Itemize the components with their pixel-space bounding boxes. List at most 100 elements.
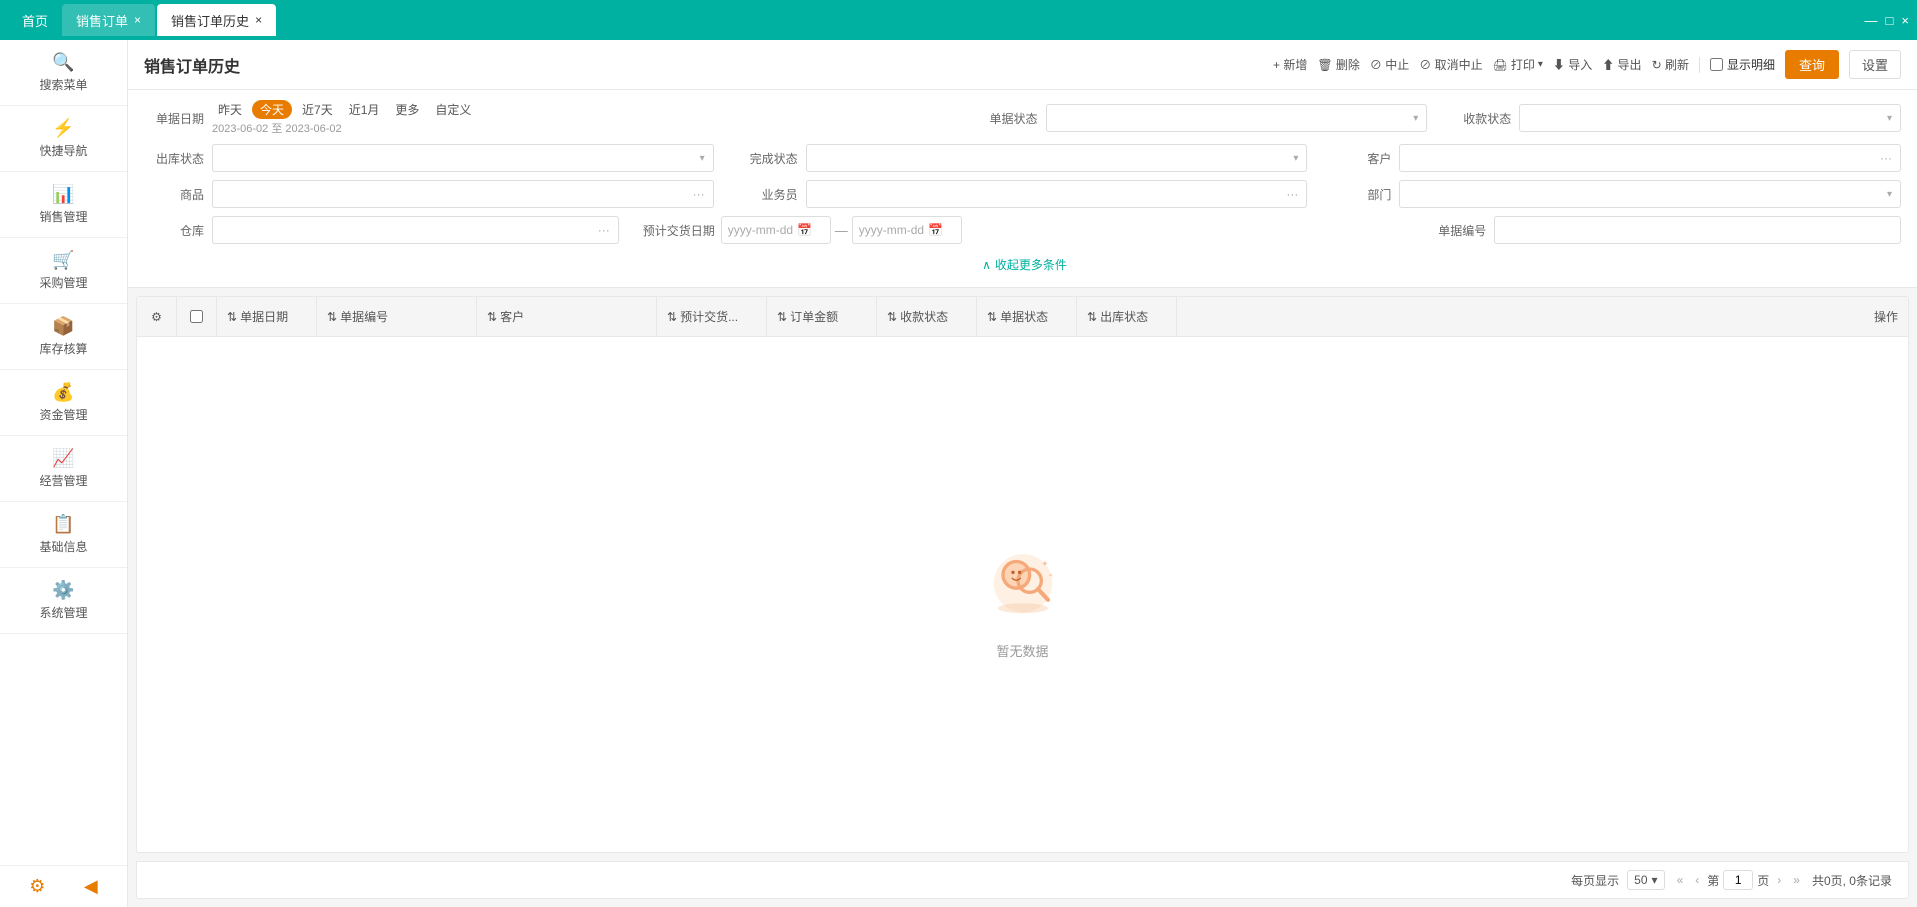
cancel-stop-button[interactable]: ⊘ 取消中止	[1419, 56, 1482, 73]
minimize-btn[interactable]: —	[1865, 13, 1878, 28]
th-doc-no[interactable]: ⇅ 单据编号	[317, 297, 477, 336]
page-word-2: 页	[1757, 872, 1769, 889]
prev-page-btn[interactable]: ‹	[1691, 871, 1703, 889]
th-action: 操作	[1177, 297, 1908, 336]
tab-sales-order[interactable]: 销售订单 ×	[62, 4, 155, 36]
sidebar-item-base-info[interactable]: 📋 基础信息	[0, 502, 127, 568]
customer-label: 客户	[1331, 150, 1391, 167]
settings-button[interactable]: 设置	[1849, 50, 1901, 79]
doc-no-input[interactable]	[1494, 216, 1901, 244]
doc-status-select[interactable]: ▾	[1046, 104, 1428, 132]
operations-icon: 📈	[52, 448, 74, 469]
sidebar-settings-icon[interactable]: ⚙	[29, 876, 45, 897]
date-btn-1month[interactable]: 近1月	[343, 100, 386, 119]
customer-select[interactable]: ···	[1399, 144, 1901, 172]
new-button[interactable]: + 新增	[1273, 56, 1307, 73]
query-button[interactable]: 查询	[1785, 50, 1839, 79]
sidebar-collapse-icon[interactable]: ◀	[84, 876, 98, 897]
sidebar-item-sys-mgmt[interactable]: ⚙️ 系统管理	[0, 568, 127, 634]
th-payment-status[interactable]: ⇅ 收款状态	[877, 297, 977, 336]
svg-text:✦: ✦	[1048, 571, 1054, 579]
expected-delivery-label: 预计交货日期	[643, 222, 713, 239]
sort-icon: ⇅	[327, 310, 337, 324]
refresh-button[interactable]: ↻ 刷新	[1652, 56, 1689, 73]
collapse-arrow-icon: ∧	[982, 258, 991, 272]
sidebar-bottom: ⚙ ◀	[0, 865, 127, 907]
total-records: 共0页, 0条记录	[1812, 872, 1892, 889]
th-amount[interactable]: ⇅ 订单金额	[767, 297, 877, 336]
close-btn[interactable]: ×	[1901, 13, 1909, 28]
th-delivery-date[interactable]: ⇅ 预计交货...	[657, 297, 767, 336]
toolbar-divider	[1699, 57, 1700, 73]
date-btn-today[interactable]: 今天	[252, 100, 292, 119]
date-btn-more[interactable]: 更多	[389, 100, 425, 119]
empty-state: ✦ ✦ 暂无数据	[137, 337, 1908, 852]
maximize-btn[interactable]: □	[1886, 13, 1894, 28]
page-size-arrow-icon: ▾	[1652, 873, 1658, 887]
dept-label: 部门	[1331, 186, 1391, 203]
sales-mgmt-icon: 📊	[52, 184, 74, 205]
th-doc-status[interactable]: ⇅ 单据状态	[977, 297, 1077, 336]
page-word: 第	[1707, 872, 1719, 889]
page-size-select[interactable]: 50 ▾	[1627, 870, 1664, 890]
th-warehouse-status[interactable]: ⇅ 出库状态	[1077, 297, 1177, 336]
tab-sales-order-close[interactable]: ×	[134, 13, 141, 27]
sidebar-item-operations[interactable]: 📈 经营管理	[0, 436, 127, 502]
sidebar-item-sales-mgmt[interactable]: 📊 销售管理	[0, 172, 127, 238]
print-button[interactable]: 🖨 打印 ▾	[1493, 56, 1543, 73]
goods-select[interactable]: ···	[212, 180, 714, 208]
dept-select[interactable]: ▾	[1399, 180, 1901, 208]
th-doc-date[interactable]: ⇅ 单据日期	[217, 297, 317, 336]
last-page-btn[interactable]: »	[1789, 871, 1804, 889]
delivery-date-start-placeholder: yyyy-mm-dd	[728, 223, 793, 237]
th-settings[interactable]: ⚙	[137, 297, 177, 336]
complete-status-arrow-icon: ▾	[1293, 153, 1298, 164]
import-button[interactable]: ⬇ 导入	[1553, 56, 1592, 73]
sidebar-item-search-menu[interactable]: 🔍 搜索菜单	[0, 40, 127, 106]
complete-status-select[interactable]: ▾	[806, 144, 1308, 172]
show-detail-checkbox-label[interactable]: 显示明细	[1710, 56, 1775, 73]
date-btn-yesterday[interactable]: 昨天	[212, 100, 248, 119]
export-button[interactable]: ⬆ 导出	[1602, 56, 1641, 73]
svg-text:✦: ✦	[1041, 559, 1048, 569]
th-customer[interactable]: ⇅ 客户	[477, 297, 657, 336]
date-btn-7days[interactable]: 近7天	[296, 100, 339, 119]
sidebar-item-inventory[interactable]: 📦 库存核算	[0, 304, 127, 370]
th-checkbox[interactable]	[177, 297, 217, 336]
doc-no-text-input[interactable]	[1503, 223, 1892, 237]
stop-button[interactable]: ⊘ 中止	[1370, 56, 1409, 73]
doc-status-arrow-icon: ▾	[1413, 113, 1418, 124]
tab-sales-history[interactable]: 销售订单历史 ×	[157, 4, 276, 36]
date-btn-custom[interactable]: 自定义	[429, 100, 477, 119]
select-all-checkbox[interactable]	[190, 310, 203, 323]
payment-status-select[interactable]: ▾	[1519, 104, 1901, 132]
sidebar: 🔍 搜索菜单 ⚡ 快捷导航 📊 销售管理 🛒 采购管理 📦 库存核算 💰 资金管…	[0, 40, 128, 907]
collapse-button[interactable]: ∧ 收起更多条件	[144, 252, 1901, 277]
print-icon: 🖨	[1493, 58, 1508, 72]
sidebar-item-quick-nav[interactable]: ⚡ 快捷导航	[0, 106, 127, 172]
warehouse-select[interactable]: ···	[212, 216, 619, 244]
window-controls: — □ ×	[1865, 13, 1909, 28]
filter-customer: 客户 ···	[1331, 144, 1901, 172]
delivery-date-start[interactable]: yyyy-mm-dd 📅	[721, 216, 831, 244]
warehouse-out-select[interactable]: ▾	[212, 144, 714, 172]
sort-icon: ⇅	[777, 310, 787, 324]
delivery-date-end[interactable]: yyyy-mm-dd 📅	[852, 216, 962, 244]
page-size-label: 每页显示	[1571, 872, 1619, 889]
delete-button[interactable]: 🗑 删除	[1317, 56, 1360, 73]
sidebar-item-finance[interactable]: 💰 资金管理	[0, 370, 127, 436]
show-detail-checkbox[interactable]	[1710, 58, 1723, 71]
filter-row-2: 出库状态 ▾ 完成状态 ▾ 客户	[144, 144, 1901, 172]
customer-dots-icon: ···	[1880, 151, 1892, 165]
salesperson-select[interactable]: ···	[806, 180, 1308, 208]
page-input[interactable]	[1723, 870, 1753, 890]
next-page-btn[interactable]: ›	[1773, 871, 1785, 889]
first-page-btn[interactable]: «	[1673, 871, 1688, 889]
filter-complete-status: 完成状态 ▾	[738, 144, 1308, 172]
pagination: 每页显示 50 ▾ « ‹ 第 页 › » 共0页, 0条记录	[136, 861, 1909, 899]
delivery-date-end-cal-icon: 📅	[928, 223, 943, 237]
sidebar-item-purchase-mgmt[interactable]: 🛒 采购管理	[0, 238, 127, 304]
sort-icon: ⇅	[987, 310, 997, 324]
tab-sales-history-close[interactable]: ×	[255, 13, 262, 27]
tab-home[interactable]: 首页	[8, 11, 62, 30]
